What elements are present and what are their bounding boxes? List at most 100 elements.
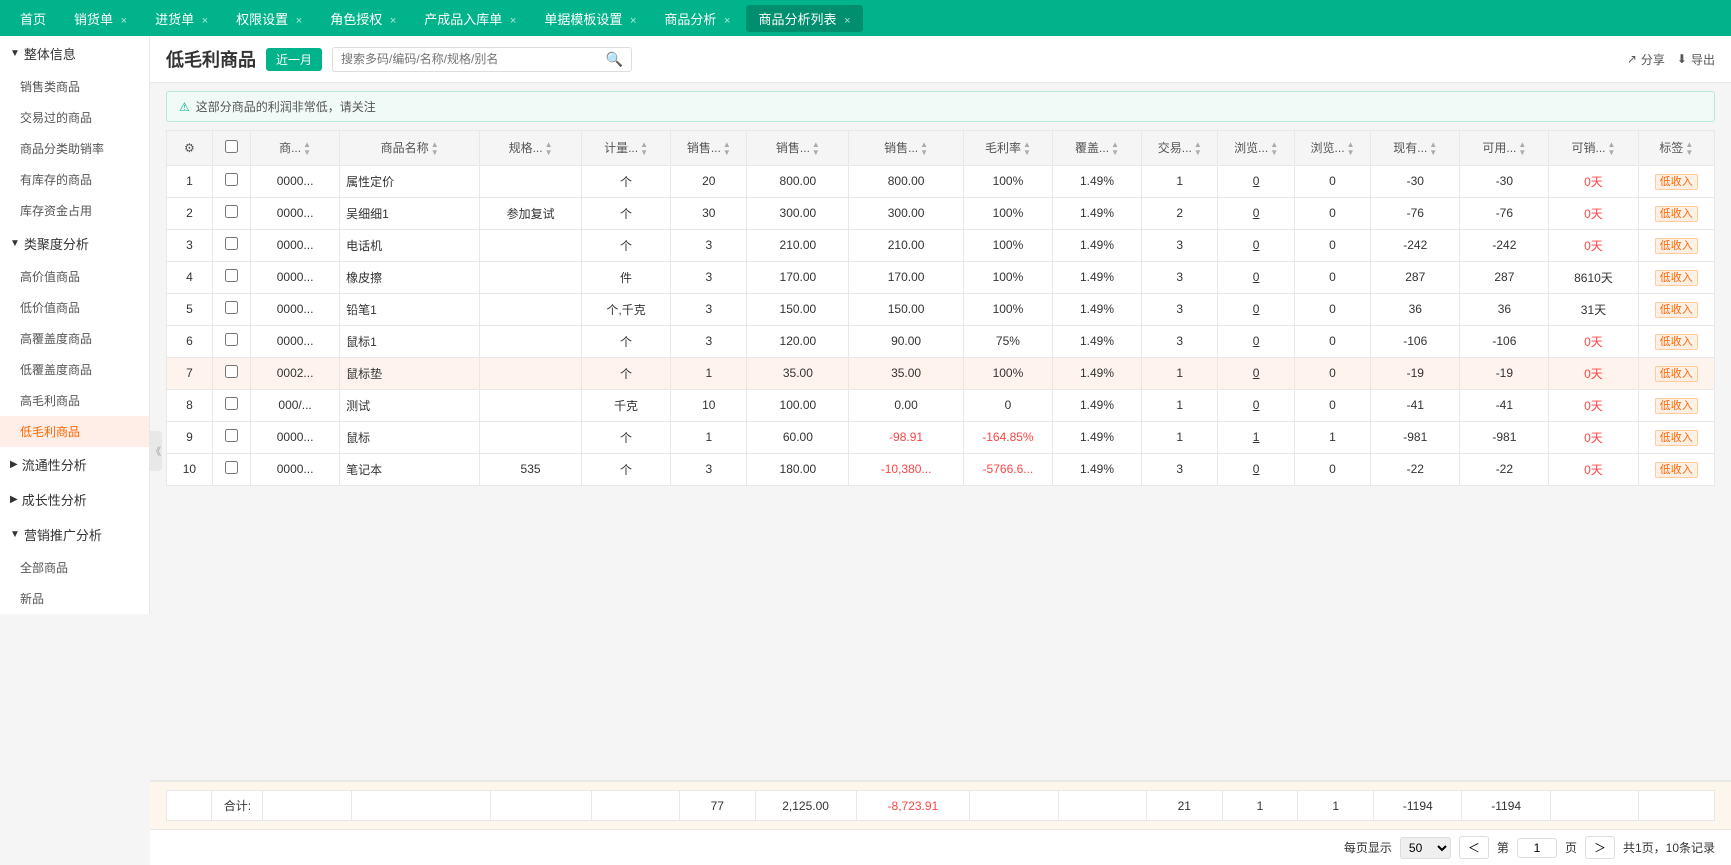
- row-view1[interactable]: 1: [1218, 421, 1294, 453]
- row-checkbox[interactable]: [225, 461, 238, 474]
- search-input[interactable]: [341, 52, 606, 66]
- nav-role-auth[interactable]: 角色授权 ×: [318, 5, 408, 32]
- col-sellable-header[interactable]: 可销...▲▼: [1549, 131, 1638, 166]
- total-sale-qty: 77: [679, 791, 755, 821]
- share-button[interactable]: ↗ 分享: [1627, 51, 1665, 68]
- sidebar-item-high-value[interactable]: 高价值商品: [0, 261, 149, 292]
- col-gross-rate-header[interactable]: 毛利率▲▼: [963, 131, 1052, 166]
- sidebar-item-all-goods[interactable]: 全部商品: [0, 552, 149, 583]
- close-role-icon[interactable]: ×: [390, 15, 396, 27]
- col-trade-header[interactable]: 交易...▲▼: [1142, 131, 1218, 166]
- col-view1-header[interactable]: 浏览...▲▼: [1218, 131, 1294, 166]
- sidebar-item-high-coverage[interactable]: 高覆盖度商品: [0, 323, 149, 354]
- row-check[interactable]: [212, 293, 250, 325]
- nav-purchase-order[interactable]: 进货单 ×: [143, 5, 220, 32]
- close-permission-icon[interactable]: ×: [296, 15, 302, 27]
- col-coverage-header[interactable]: 覆盖...▲▼: [1052, 131, 1141, 166]
- row-checkbox[interactable]: [225, 333, 238, 346]
- row-check[interactable]: [212, 389, 250, 421]
- page-size-select[interactable]: 50 10 20 100: [1400, 837, 1451, 859]
- col-settings[interactable]: ⚙: [167, 131, 213, 166]
- row-checkbox[interactable]: [225, 429, 238, 442]
- row-view1[interactable]: 0: [1218, 389, 1294, 421]
- sidebar-item-category-rate[interactable]: 商品分类助销率: [0, 133, 149, 164]
- nav-home[interactable]: 首页: [8, 5, 58, 32]
- row-view1[interactable]: 0: [1218, 293, 1294, 325]
- select-all-checkbox[interactable]: [225, 140, 238, 153]
- row-check[interactable]: [212, 325, 250, 357]
- col-name-header[interactable]: 商品名称▲▼: [340, 131, 480, 166]
- export-button[interactable]: ⬇ 导出: [1677, 51, 1715, 68]
- next-page-button[interactable]: ＞: [1585, 836, 1615, 859]
- row-checkbox[interactable]: [225, 237, 238, 250]
- sidebar-item-new-goods[interactable]: 新品: [0, 583, 149, 614]
- sidebar-item-low-value[interactable]: 低价值商品: [0, 292, 149, 323]
- close-product-entry-icon[interactable]: ×: [510, 15, 516, 27]
- col-sale-amount-header[interactable]: 销售...▲▼: [747, 131, 849, 166]
- row-view1[interactable]: 0: [1218, 357, 1294, 389]
- sidebar-item-inventory-capital[interactable]: 库存资金占用: [0, 195, 149, 226]
- col-sale-profit-header[interactable]: 销售...▲▼: [849, 131, 964, 166]
- nav-permission-settings[interactable]: 权限设置 ×: [224, 5, 314, 32]
- col-view2-header[interactable]: 浏览...▲▼: [1294, 131, 1370, 166]
- col-available-header[interactable]: 可用...▲▼: [1460, 131, 1549, 166]
- row-view1[interactable]: 0: [1218, 229, 1294, 261]
- search-box: 🔍: [332, 47, 632, 72]
- row-checkbox[interactable]: [225, 173, 238, 186]
- col-unit-header[interactable]: 计量...▲▼: [581, 131, 670, 166]
- col-tag-header[interactable]: 标签▲▼: [1638, 131, 1714, 166]
- row-view1[interactable]: 0: [1218, 165, 1294, 197]
- close-analysis-list-icon[interactable]: ×: [844, 15, 850, 27]
- row-check[interactable]: [212, 421, 250, 453]
- sidebar-group-liquidity[interactable]: ▶ 流通性分析: [0, 447, 149, 482]
- row-view1[interactable]: 0: [1218, 197, 1294, 229]
- sidebar-item-sales-goods[interactable]: 销售类商品: [0, 71, 149, 102]
- sidebar-group-cluster[interactable]: ▼ 类聚度分析: [0, 226, 149, 261]
- row-check[interactable]: [212, 261, 250, 293]
- close-purchase-order-icon[interactable]: ×: [202, 15, 208, 27]
- close-sales-order-icon[interactable]: ×: [121, 15, 127, 27]
- prev-page-button[interactable]: ＜: [1459, 836, 1489, 859]
- sidebar-group-growth[interactable]: ▶ 成长性分析: [0, 482, 149, 517]
- search-icon[interactable]: 🔍: [606, 51, 623, 68]
- row-checkbox[interactable]: [225, 365, 238, 378]
- sidebar-item-low-coverage[interactable]: 低覆盖度商品: [0, 354, 149, 385]
- row-sale-qty: 3: [671, 325, 747, 357]
- sidebar-item-low-margin[interactable]: 低毛利商品: [0, 416, 149, 447]
- row-num: 3: [167, 229, 213, 261]
- row-view1[interactable]: 0: [1218, 261, 1294, 293]
- nav-product-analysis[interactable]: 商品分析 ×: [652, 5, 742, 32]
- row-check[interactable]: [212, 229, 250, 261]
- row-check[interactable]: [212, 197, 250, 229]
- row-check[interactable]: [212, 357, 250, 389]
- nav-template-settings[interactable]: 单据模板设置 ×: [532, 5, 648, 32]
- close-template-icon[interactable]: ×: [630, 15, 636, 27]
- sidebar-item-in-stock[interactable]: 有库存的商品: [0, 164, 149, 195]
- sidebar-item-high-margin[interactable]: 高毛利商品: [0, 385, 149, 416]
- row-check[interactable]: [212, 453, 250, 485]
- close-analysis-icon[interactable]: ×: [724, 15, 730, 27]
- row-checkbox[interactable]: [225, 397, 238, 410]
- page-number-input[interactable]: [1517, 838, 1557, 858]
- row-unit: 千克: [581, 389, 670, 421]
- sidebar-group-marketing[interactable]: ▼ 营销推广分析: [0, 517, 149, 552]
- row-checkbox[interactable]: [225, 301, 238, 314]
- col-checkbox-all[interactable]: [212, 131, 250, 166]
- col-spec-header[interactable]: 规格...▲▼: [480, 131, 582, 166]
- row-checkbox[interactable]: [225, 205, 238, 218]
- row-view1[interactable]: 0: [1218, 453, 1294, 485]
- row-checkbox[interactable]: [225, 269, 238, 282]
- nav-product-entry[interactable]: 产成品入库单 ×: [412, 5, 528, 32]
- row-view1[interactable]: 0: [1218, 325, 1294, 357]
- col-current-header[interactable]: 现有...▲▼: [1371, 131, 1460, 166]
- time-filter-button[interactable]: 近一月: [266, 48, 322, 71]
- nav-sales-order[interactable]: 销货单 ×: [62, 5, 139, 32]
- sidebar-group-overall[interactable]: ▼ 整体信息: [0, 36, 149, 71]
- col-sale-qty-header[interactable]: 销售...▲▼: [671, 131, 747, 166]
- col-code-header[interactable]: 商...▲▼: [251, 131, 340, 166]
- row-check[interactable]: [212, 165, 250, 197]
- sidebar-collapse-button[interactable]: 《: [150, 431, 162, 471]
- row-code: 0000...: [251, 261, 340, 293]
- nav-product-analysis-list[interactable]: 商品分析列表 ×: [746, 5, 862, 32]
- sidebar-item-traded-goods[interactable]: 交易过的商品: [0, 102, 149, 133]
